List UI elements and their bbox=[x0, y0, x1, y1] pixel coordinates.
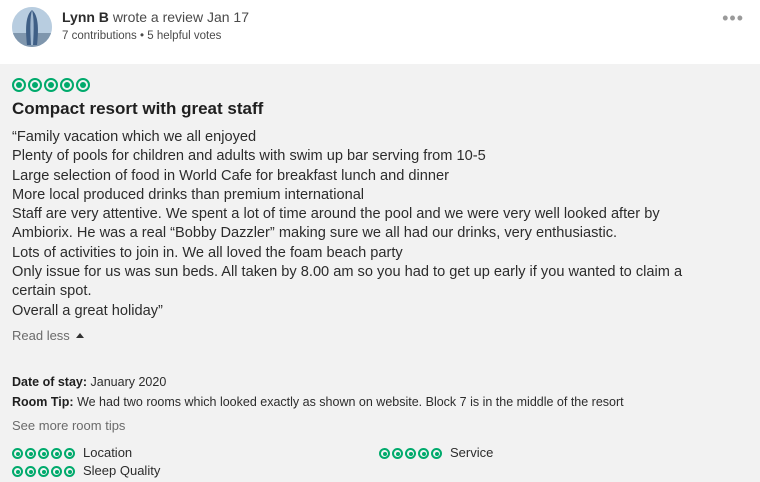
rating-bubble-icon bbox=[51, 466, 62, 478]
review-text-line: More local produced drinks than premium … bbox=[12, 186, 365, 203]
date-of-stay: Date of stay: January 2020 bbox=[12, 375, 166, 389]
reviewer-name[interactable]: Lynn B bbox=[62, 9, 109, 25]
review-text-line: Plenty of pools for children and adults … bbox=[12, 148, 486, 165]
subrating-sleep-quality: Sleep Quality bbox=[12, 463, 160, 478]
helpful-votes-count: 5 helpful votes bbox=[147, 30, 222, 42]
rating-bubble-icon bbox=[418, 448, 429, 460]
rating-bubbles bbox=[12, 77, 90, 92]
rating-bubble-icon bbox=[25, 466, 36, 478]
rating-bubble-icon bbox=[12, 448, 23, 460]
subrating-bubbles bbox=[12, 448, 75, 460]
review-text-line: Overall a great holiday” bbox=[12, 302, 163, 319]
rating-bubble-icon bbox=[51, 448, 62, 460]
rating-bubble-icon bbox=[76, 77, 90, 92]
review-title[interactable]: Compact resort with great staff bbox=[12, 99, 263, 119]
rating-bubble-icon bbox=[60, 77, 74, 92]
rating-bubble-icon bbox=[12, 77, 26, 92]
subrating-label: Service bbox=[450, 445, 494, 460]
review-text-line: Only issue for us was sun beds. All take… bbox=[12, 264, 683, 281]
meta-separator: • bbox=[140, 30, 145, 42]
contributions-count: 7 contributions bbox=[62, 30, 137, 42]
subrating-label: Sleep Quality bbox=[83, 463, 161, 478]
rating-bubble-icon bbox=[12, 466, 23, 478]
rating-bubble-icon bbox=[28, 77, 42, 92]
review-body: Compact resort with great staff “Family … bbox=[0, 64, 760, 482]
caret-up-icon bbox=[75, 333, 84, 338]
rating-bubble-icon bbox=[44, 77, 58, 92]
review-rating bbox=[12, 76, 90, 94]
room-tip: Room Tip: We had two rooms which looked … bbox=[12, 395, 624, 409]
rating-bubble-icon bbox=[25, 448, 36, 460]
rating-bubble-icon bbox=[405, 448, 416, 460]
reviewer-meta: 7 contributions • 5 helpful votes bbox=[62, 30, 221, 42]
subrating-bubbles bbox=[12, 466, 75, 478]
read-less-link[interactable]: Read less bbox=[12, 328, 84, 343]
rating-bubble-icon bbox=[64, 448, 75, 460]
review-text-line: Ambiorix. He was a real “Bobby Dazzler” … bbox=[12, 225, 618, 242]
rating-bubble-icon bbox=[38, 448, 49, 460]
review-text-line: certain spot. bbox=[12, 283, 92, 300]
review-text-line: “Family vacation which we all enjoyed bbox=[12, 129, 257, 145]
rating-bubble-icon bbox=[431, 448, 442, 460]
profile-photo-tower-icon[interactable] bbox=[12, 7, 52, 47]
rating-bubble-icon bbox=[64, 466, 75, 478]
read-less-label: Read less bbox=[12, 328, 70, 343]
subrating-label: Location bbox=[83, 445, 133, 460]
more-options-dots-icon[interactable]: ••• bbox=[722, 8, 744, 29]
date-of-stay-value: January 2020 bbox=[90, 375, 167, 389]
room-tip-value: We had two rooms which looked exactly as… bbox=[77, 395, 624, 409]
review-text-line: Lots of activities to join in. We all lo… bbox=[12, 244, 403, 261]
room-tip-label: Room Tip: bbox=[12, 395, 74, 409]
subrating-bubbles bbox=[379, 448, 442, 460]
reviewer-line: Lynn B wrote a review Jan 17 bbox=[62, 9, 249, 25]
date-of-stay-label: Date of stay: bbox=[12, 375, 88, 389]
rating-bubble-icon bbox=[379, 448, 390, 460]
review-action: wrote a review Jan 17 bbox=[112, 9, 249, 25]
subrating-service: Service bbox=[379, 445, 493, 460]
rating-bubble-icon bbox=[38, 466, 49, 478]
review-text-line: Staff are very attentive. We spent a lot… bbox=[12, 206, 660, 223]
review-text: “Family vacation which we all enjoyed Pl… bbox=[12, 128, 742, 321]
review-text-line: Large selection of food in World Cafe fo… bbox=[12, 167, 449, 184]
subrating-location: Location bbox=[12, 445, 132, 460]
review-header: Lynn B wrote a review Jan 17 7 contribut… bbox=[0, 0, 760, 64]
rating-bubble-icon bbox=[392, 448, 403, 460]
see-more-room-tips-link[interactable]: See more room tips bbox=[12, 418, 125, 433]
